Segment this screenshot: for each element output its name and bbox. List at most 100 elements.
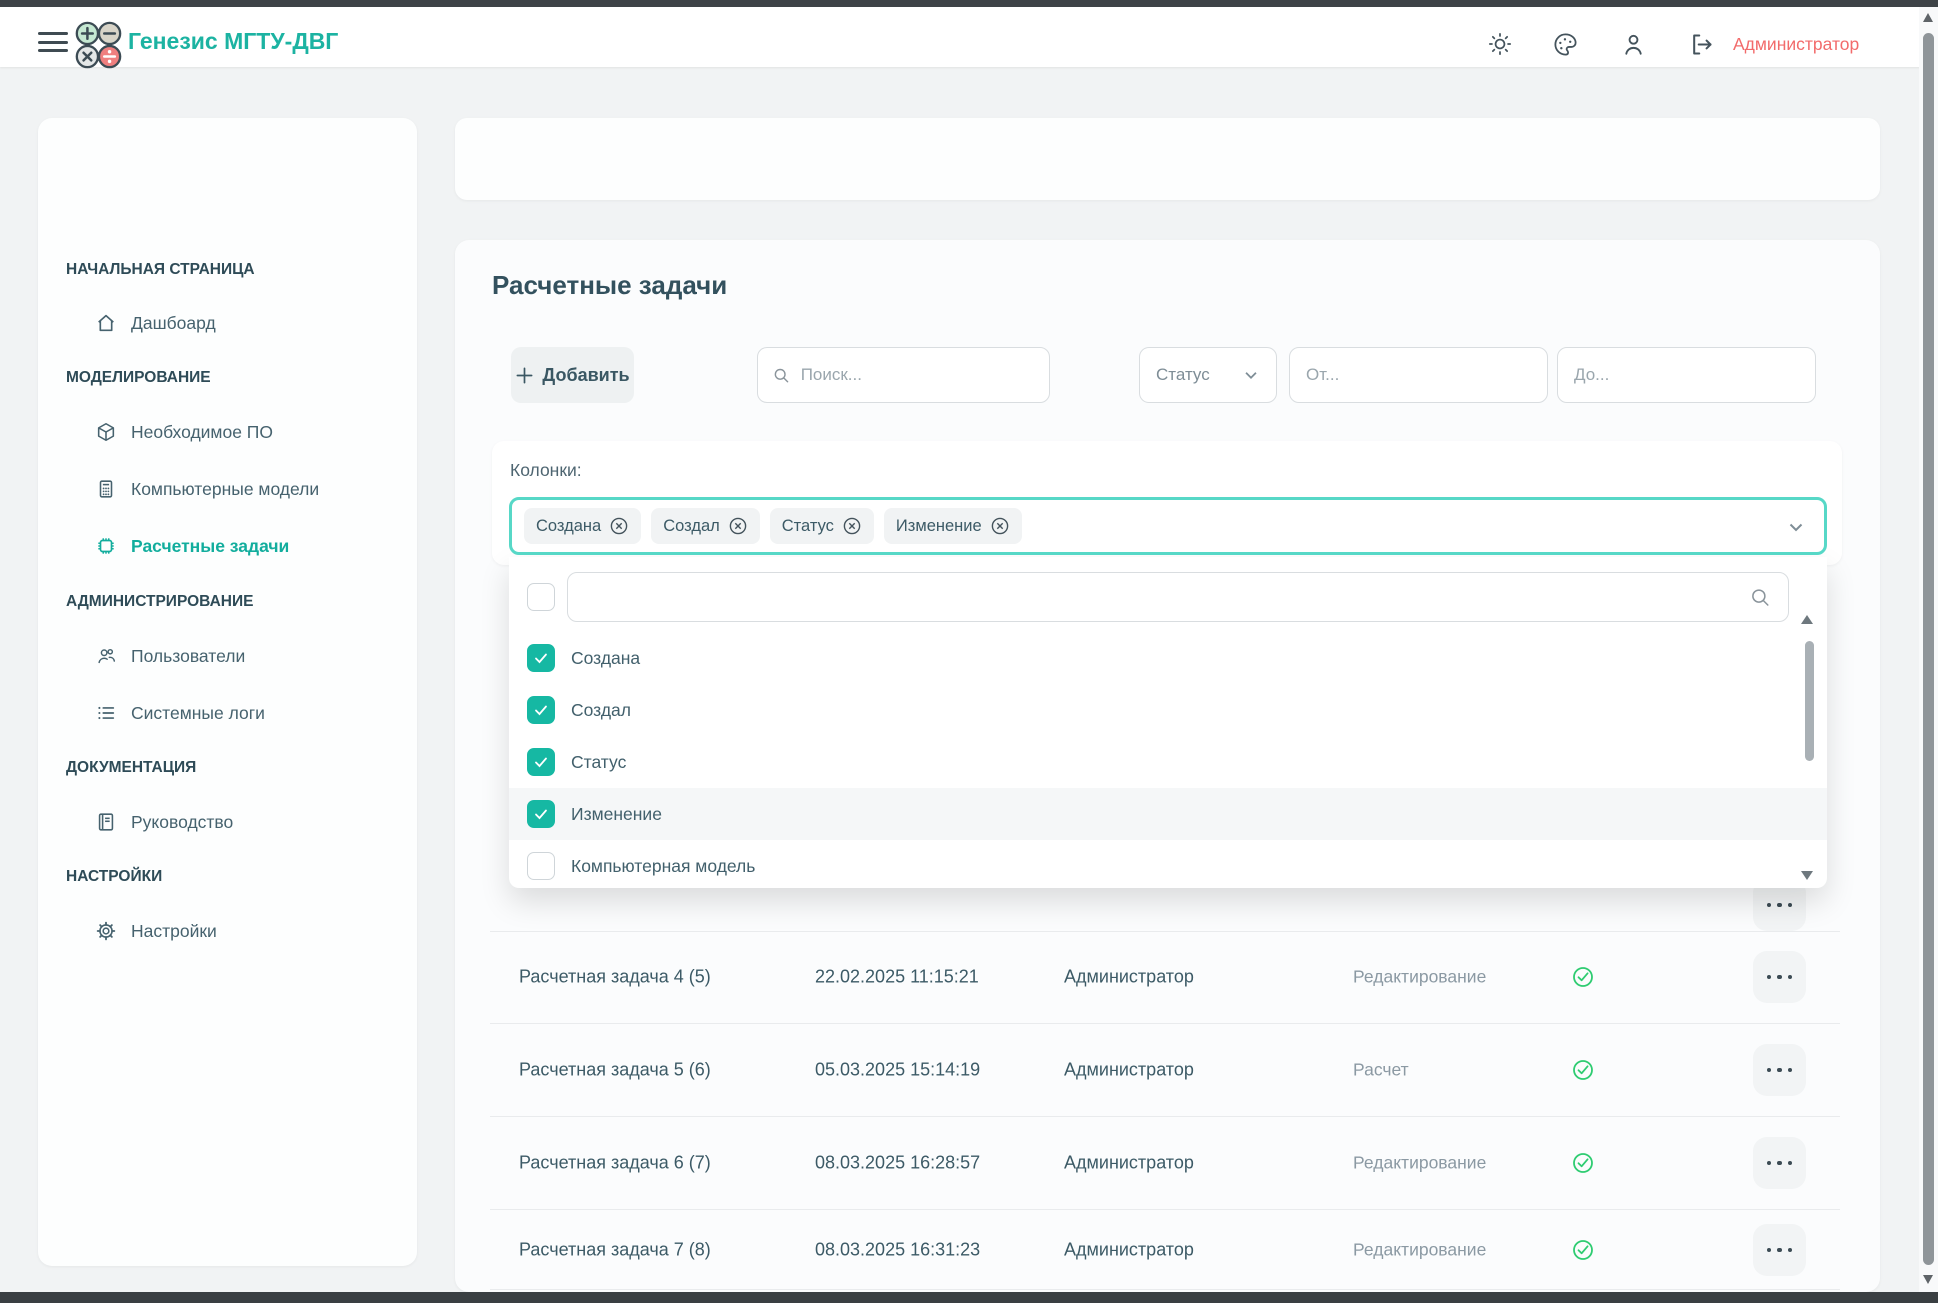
- chevron-down-icon[interactable]: [1786, 517, 1806, 537]
- plus-icon: [516, 367, 533, 383]
- gear-icon: [96, 921, 116, 941]
- row-divider: [490, 1209, 1840, 1210]
- sidebar-item-manual[interactable]: Руководство: [95, 811, 233, 833]
- dropdown-option[interactable]: Изменение: [509, 788, 1827, 840]
- sidebar-item-users[interactable]: Пользователи: [95, 645, 245, 667]
- dropdown-option[interactable]: Статус: [509, 736, 1827, 788]
- task-name-cell: Расчетная задача 6 (7): [519, 1152, 711, 1173]
- remove-chip-icon[interactable]: [609, 516, 629, 536]
- add-button[interactable]: Добавить: [511, 347, 634, 403]
- dropdown-search-field[interactable]: [567, 572, 1789, 622]
- list-icon: [98, 706, 115, 720]
- task-name-cell: Расчетная задача 4 (5): [519, 966, 711, 987]
- date-to-input[interactable]: [1574, 365, 1799, 385]
- application-window: Генезис МГТУ-ДВГ Администратор НАЧАЛЬНАЯ…: [0, 0, 1938, 1303]
- scroll-down-icon[interactable]: [1923, 1275, 1933, 1284]
- option-checkbox[interactable]: [527, 852, 555, 880]
- home-icon: [98, 314, 114, 332]
- dropdown-scrollbar-thumb[interactable]: [1805, 641, 1814, 761]
- dropdown-option[interactable]: Создал: [509, 684, 1827, 736]
- scrollbar-thumb[interactable]: [1923, 33, 1934, 1265]
- logout-icon[interactable]: [1684, 27, 1718, 61]
- sidebar-item-system-logs[interactable]: Системные логи: [95, 702, 265, 724]
- column-chip[interactable]: Статус: [769, 508, 874, 544]
- user-icon[interactable]: [1616, 27, 1650, 61]
- date-from-input[interactable]: [1306, 365, 1531, 385]
- sidebar-item-computational-tasks[interactable]: Расчетные задачи: [95, 535, 289, 557]
- sidebar-section-administration: АДМИНИСТРИРОВАНИЕ: [66, 593, 254, 610]
- status-cell: Редактирование: [1353, 1239, 1487, 1260]
- menu-icon[interactable]: [38, 32, 68, 52]
- row-menu-button[interactable]: [1753, 1224, 1806, 1276]
- chip-icon: [98, 538, 114, 554]
- sidebar-item-required-software[interactable]: Необходимое ПО: [95, 421, 273, 443]
- dropdown-search-input[interactable]: [584, 587, 1750, 607]
- chevron-down-icon: [1245, 372, 1257, 379]
- search-icon: [774, 368, 789, 382]
- option-checkbox[interactable]: [527, 696, 555, 724]
- current-user-label[interactable]: Администратор: [1733, 34, 1859, 55]
- remove-chip-icon[interactable]: [990, 516, 1010, 536]
- dropdown-option[interactable]: Компьютерная модель: [509, 840, 1827, 888]
- sidebar-item-dashboard[interactable]: Дашбоард: [95, 312, 216, 334]
- row-divider: [490, 931, 1840, 932]
- row-menu-button[interactable]: [1753, 1044, 1806, 1096]
- dropdown-scroll-up-icon[interactable]: [1801, 615, 1813, 624]
- date-to-field[interactable]: [1557, 347, 1816, 403]
- column-chip[interactable]: Создал: [651, 508, 760, 544]
- search-field[interactable]: [757, 347, 1050, 403]
- breadcrumb: Расчетные задачи: [455, 118, 1880, 287]
- remove-chip-icon[interactable]: [728, 516, 748, 536]
- sidebar-section-modeling: МОДЕЛИРОВАНИЕ: [66, 369, 211, 386]
- search-input[interactable]: [800, 365, 1035, 385]
- columns-multiselect[interactable]: Создана Создал Статус Изменение: [509, 497, 1827, 555]
- row-divider: [490, 1289, 1840, 1290]
- option-checkbox[interactable]: [527, 800, 555, 828]
- status-cell: Редактирование: [1353, 966, 1487, 987]
- sidebar: НАЧАЛЬНАЯ СТРАНИЦА Дашбоард МОДЕЛИРОВАНИ…: [38, 118, 417, 1266]
- palette-icon[interactable]: [1548, 27, 1582, 61]
- cube-icon: [97, 422, 115, 442]
- task-name-cell: Расчетная задача 7 (8): [519, 1239, 711, 1260]
- row-divider: [490, 1023, 1840, 1024]
- columns-dropdown-panel: Создана Создал Статус Изменение Компьюте…: [509, 557, 1827, 888]
- date-from-field[interactable]: [1289, 347, 1548, 403]
- sidebar-item-settings[interactable]: Настройки: [95, 920, 217, 942]
- app-header: Генезис МГТУ-ДВГ Администратор: [0, 7, 1938, 69]
- app-logo-icon: [75, 21, 122, 69]
- created-cell: 05.03.2025 15:14:19: [815, 1059, 981, 1080]
- row-menu-button[interactable]: [1753, 951, 1806, 1003]
- option-checkbox[interactable]: [527, 748, 555, 776]
- search-icon: [1752, 588, 1769, 606]
- theme-sun-icon[interactable]: [1483, 27, 1517, 61]
- sidebar-section-start: НАЧАЛЬНАЯ СТРАНИЦА: [66, 261, 255, 278]
- row-menu-button[interactable]: [1753, 1137, 1806, 1189]
- created-cell: 08.03.2025 16:31:23: [815, 1239, 981, 1260]
- users-icon: [98, 648, 116, 664]
- creator-cell: Администратор: [1064, 1059, 1194, 1080]
- remove-chip-icon[interactable]: [842, 516, 862, 536]
- scroll-up-icon[interactable]: [1923, 13, 1933, 22]
- browser-scrollbar[interactable]: [1919, 7, 1938, 1292]
- sidebar-section-settings: НАСТРОЙКИ: [66, 868, 163, 885]
- success-check-icon: [1573, 1060, 1593, 1080]
- column-chip[interactable]: Создана: [524, 508, 642, 544]
- page-title: Расчетные задачи: [492, 270, 728, 300]
- status-cell: Расчет: [1353, 1059, 1409, 1080]
- select-all-checkbox[interactable]: [527, 583, 555, 611]
- creator-cell: Администратор: [1064, 1152, 1194, 1173]
- row-divider: [490, 1116, 1840, 1117]
- sidebar-item-computer-models[interactable]: Компьютерные модели: [95, 478, 319, 500]
- creator-cell: Администратор: [1064, 1239, 1194, 1260]
- browser-top-edge: [0, 0, 1938, 7]
- status-cell: Редактирование: [1353, 1152, 1487, 1173]
- sidebar-section-documentation: ДОКУМЕНТАЦИЯ: [66, 759, 197, 776]
- status-select[interactable]: Статус: [1139, 347, 1277, 403]
- option-checkbox[interactable]: [527, 644, 555, 672]
- dropdown-option[interactable]: Создана: [509, 632, 1827, 684]
- columns-filter-label: Колонки:: [510, 460, 582, 480]
- column-chip[interactable]: Изменение: [883, 508, 1022, 544]
- dropdown-scroll-down-icon[interactable]: [1801, 871, 1813, 880]
- status-select-value: Статус: [1156, 365, 1210, 384]
- success-check-icon: [1573, 1240, 1593, 1260]
